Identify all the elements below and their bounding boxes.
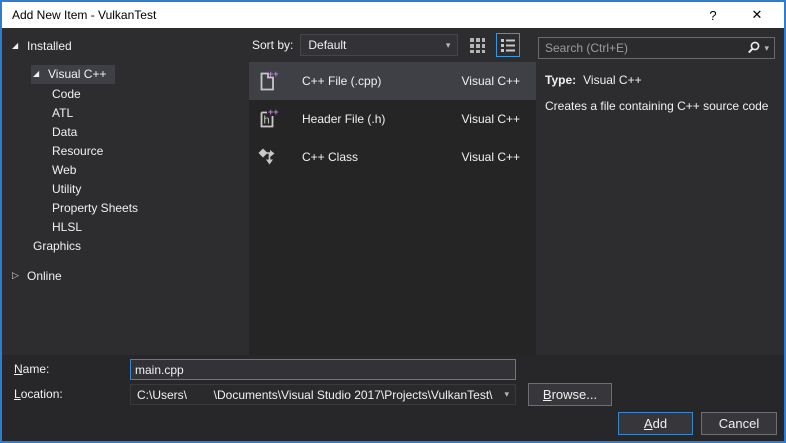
header-file-icon: h ++ [255,107,279,131]
selected-tree-highlight[interactable]: ◢ Visual C++ [31,65,115,84]
svg-text:++: ++ [268,69,279,79]
tree-node-resource[interactable]: Resource [2,141,249,160]
browse-mnemonic: B [543,387,552,402]
tree-node-online[interactable]: ▷ Online [2,266,249,285]
search-box[interactable]: ▾ [538,37,775,59]
tree-label: Utility [52,182,81,196]
name-label: Name: [14,359,49,380]
location-label-mnemonic: L [14,387,21,401]
category-tree: ◢ Installed ◢ Visual C++ Code ATL Data R… [2,28,249,355]
location-value: C:\Users\ \Documents\Visual Studio 2017\… [137,388,493,402]
tree-node-code[interactable]: Code [2,84,249,103]
tree-label: ATL [52,106,73,120]
add-rest: dd [653,416,667,431]
tree-label: Code [52,87,81,101]
template-name: C++ File (.cpp) [302,74,462,88]
cpp-class-icon [255,145,279,169]
template-toolbar: Sort by: Default ▾ [249,28,536,62]
chevron-down-icon: ▾ [446,41,451,50]
template-type-line: Type: Visual C++ [545,73,784,87]
add-button[interactable]: Add [618,412,693,435]
browse-button[interactable]: Browse... [528,383,612,406]
tree-label: Web [52,163,76,177]
tree-node-data[interactable]: Data [2,122,249,141]
browse-rest: rowse... [552,387,598,402]
search-options-chevron-icon[interactable]: ▾ [764,44,769,53]
tree-node-hlsl[interactable]: HLSL [2,217,249,236]
tree-label: Online [27,269,62,283]
close-button[interactable]: ✕ [742,2,772,28]
tree-node-property-sheets[interactable]: Property Sheets [2,198,249,217]
template-category: Visual C++ [462,74,520,88]
tree-label: Property Sheets [52,201,138,215]
svg-text:++: ++ [268,107,279,117]
titlebar-buttons: ? ✕ [698,2,772,28]
type-label: Type: [545,73,576,87]
small-icons-view-button[interactable] [465,33,489,57]
dialog-body: ◢ Installed ◢ Visual C++ Code ATL Data R… [2,28,784,355]
template-row-cpp-file[interactable]: ++ C++ File (.cpp) Visual C++ [249,62,536,100]
type-value: Visual C++ [583,73,641,87]
title-bar: Add New Item - VulkanTest ? ✕ [2,2,784,28]
expanded-arrow-icon[interactable]: ◢ [33,69,48,78]
sort-by-label: Sort by: [252,38,293,52]
template-category: Visual C++ [462,112,520,126]
tree-node-visual-cpp[interactable]: ◢ Visual C++ [2,64,249,84]
template-category: Visual C++ [462,150,520,164]
cpp-file-icon: ++ [255,69,279,93]
template-row-cpp-class[interactable]: C++ Class Visual C++ [249,138,536,176]
tree-label: Resource [52,144,103,158]
tree-label: HLSL [52,220,82,234]
search-input[interactable] [545,41,744,55]
help-button[interactable]: ? [698,2,728,28]
cancel-button[interactable]: Cancel [701,412,777,435]
add-mnemonic: A [644,416,653,431]
template-name: Header File (.h) [302,112,462,126]
location-label: Location: [14,384,63,405]
name-label-mnemonic: N [14,362,23,376]
details-panel: ▾ Type: Visual C++ Creates a file contain… [536,28,784,355]
add-new-item-dialog: Add New Item - VulkanTest ? ✕ ◢ Installe… [0,0,786,443]
list-view-icon [499,36,517,54]
sort-dropdown[interactable]: Default ▾ [300,34,458,56]
tree-node-atl[interactable]: ATL [2,103,249,122]
dialog-footer: Name: Location: C:\Users\ \Documents\Vis… [2,355,784,441]
search-icon[interactable] [744,40,761,56]
template-list: ++ C++ File (.cpp) Visual C++ h ++ Heade… [249,62,536,355]
location-label-rest: ocation: [21,387,63,401]
name-label-rest: ame: [23,362,50,376]
name-input[interactable] [130,359,516,380]
grid-view-icon [468,36,486,54]
tree-label: Visual C++ [48,67,106,81]
tree-node-utility[interactable]: Utility [2,179,249,198]
collapsed-arrow-icon[interactable]: ▷ [12,270,27,281]
template-panel: Sort by: Default ▾ [249,28,536,355]
location-chevron-icon[interactable]: ▾ [504,390,509,399]
list-view-button[interactable] [496,33,520,57]
tree-label: Data [52,125,77,139]
template-row-header-file[interactable]: h ++ Header File (.h) Visual C++ [249,100,536,138]
template-description: Creates a file containing C++ source cod… [545,99,775,113]
tree-label: Installed [27,39,72,53]
dialog-title: Add New Item - VulkanTest [2,8,698,22]
template-name: C++ Class [302,150,462,164]
expanded-arrow-icon[interactable]: ◢ [12,41,27,50]
sort-dropdown-value: Default [308,38,346,52]
location-combobox[interactable]: C:\Users\ \Documents\Visual Studio 2017\… [130,384,516,405]
tree-label: Graphics [33,239,81,253]
tree-node-installed[interactable]: ◢ Installed [2,36,249,55]
tree-node-graphics[interactable]: Graphics [2,236,249,255]
tree-node-web[interactable]: Web [2,160,249,179]
